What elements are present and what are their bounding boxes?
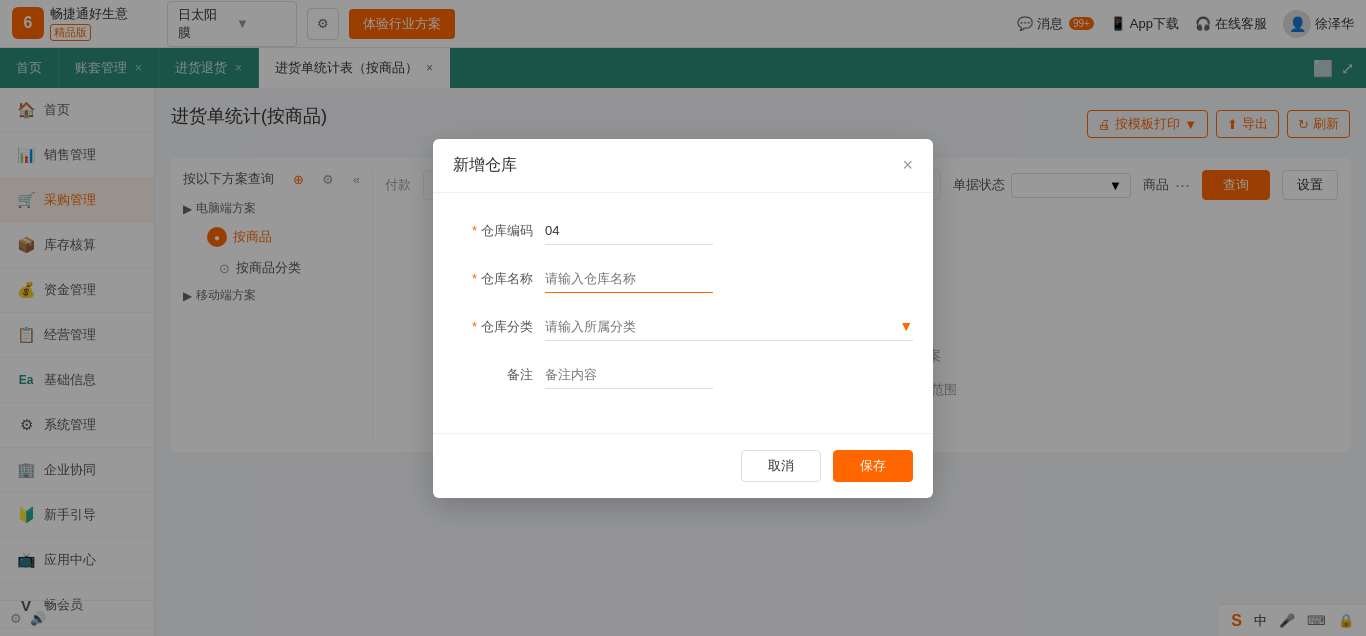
- modal-header: 新增仓库 ×: [433, 139, 933, 193]
- modal-body: 仓库编码 仓库名称 仓库分类 ▼: [433, 193, 933, 433]
- warehouse-name-input[interactable]: [545, 265, 713, 293]
- warehouse-name-row: 仓库名称: [453, 265, 913, 293]
- warehouse-remark-wrapper: [545, 361, 913, 389]
- warehouse-remark-label: 备注: [453, 366, 533, 384]
- warehouse-remark-input[interactable]: [545, 361, 713, 389]
- warehouse-code-label: 仓库编码: [453, 222, 533, 240]
- warehouse-code-wrapper: [545, 217, 913, 245]
- warehouse-modal: 新增仓库 × 仓库编码 仓库名称 仓库分类: [433, 139, 933, 498]
- warehouse-category-label: 仓库分类: [453, 318, 533, 336]
- warehouse-name-wrapper: [545, 265, 913, 293]
- warehouse-code-row: 仓库编码: [453, 217, 913, 245]
- modal-title: 新增仓库: [453, 155, 517, 176]
- modal-overlay[interactable]: 新增仓库 × 仓库编码 仓库名称 仓库分类: [0, 0, 1366, 636]
- category-dropdown-arrow[interactable]: ▼: [899, 318, 913, 334]
- warehouse-category-row: 仓库分类 ▼: [453, 313, 913, 341]
- cancel-button[interactable]: 取消: [741, 450, 821, 482]
- save-button[interactable]: 保存: [833, 450, 913, 482]
- modal-footer: 取消 保存: [433, 433, 933, 498]
- warehouse-category-input[interactable]: [545, 313, 899, 340]
- modal-close-button[interactable]: ×: [902, 155, 913, 176]
- warehouse-category-wrapper: ▼: [545, 313, 913, 341]
- warehouse-name-label: 仓库名称: [453, 270, 533, 288]
- warehouse-code-input[interactable]: [545, 217, 713, 245]
- warehouse-remark-row: 备注: [453, 361, 913, 389]
